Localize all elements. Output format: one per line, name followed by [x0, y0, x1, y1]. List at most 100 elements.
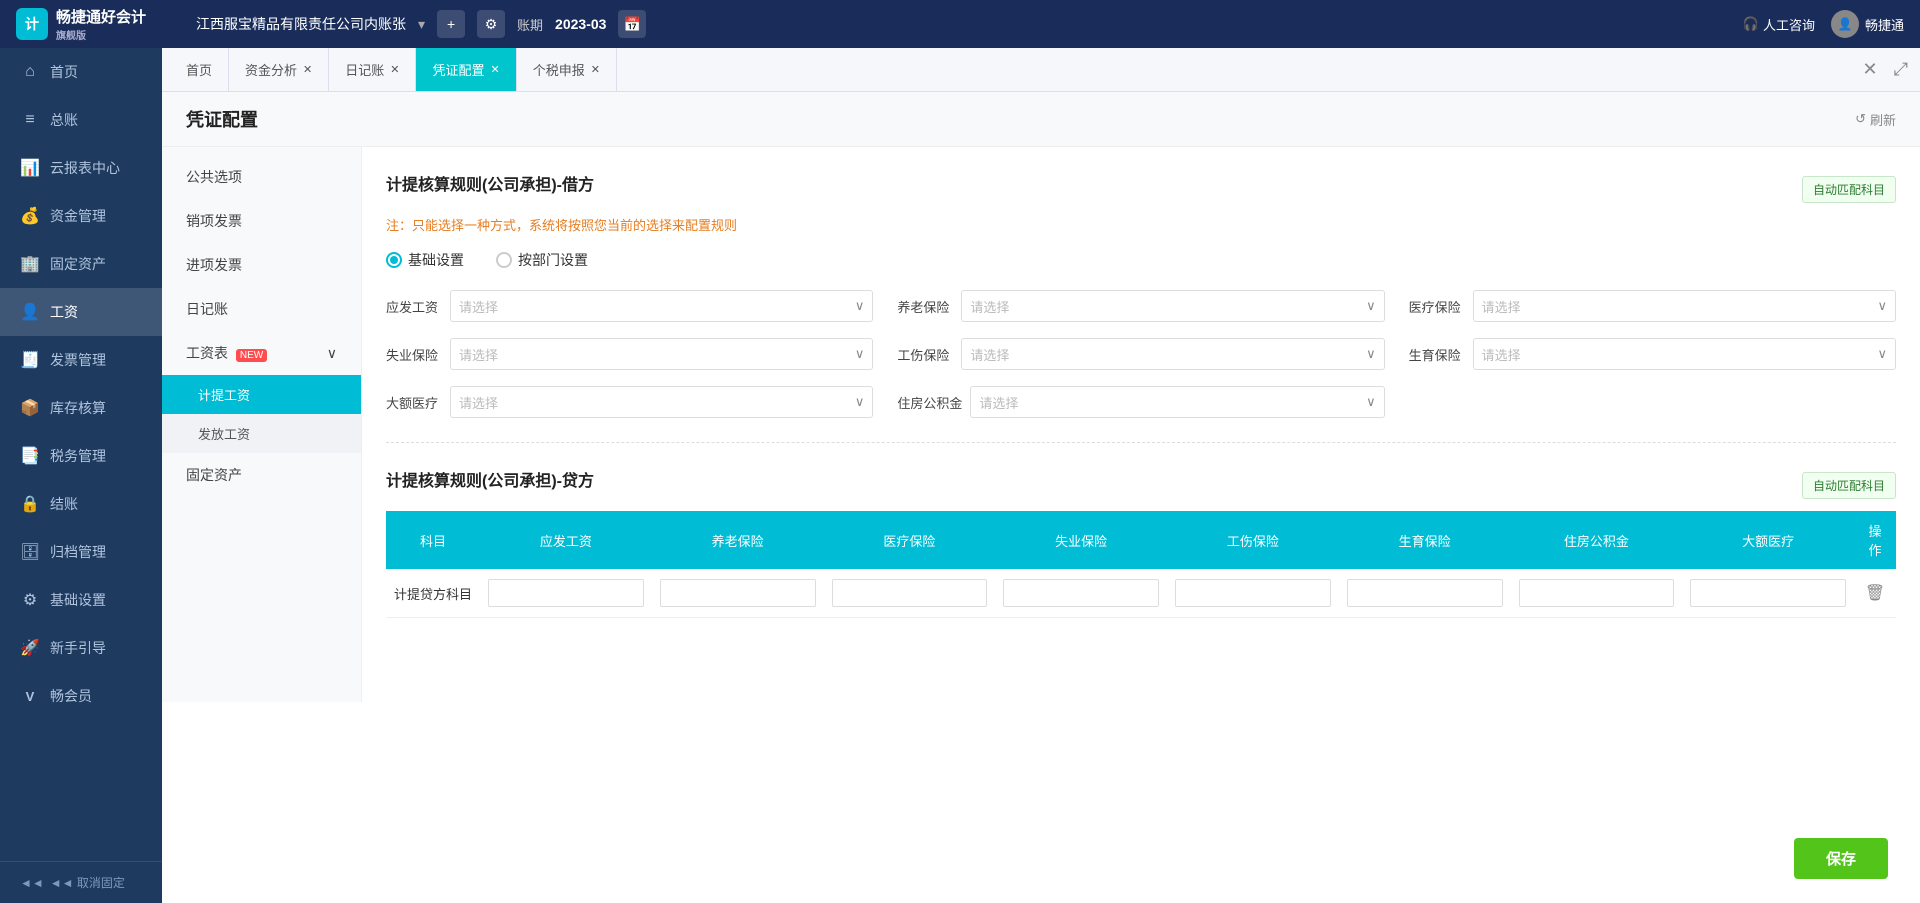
input-daeyliao[interactable]	[1690, 579, 1846, 607]
select-shiye[interactable]: 请选择 ∨	[450, 338, 873, 370]
sidebar-item-close[interactable]: 🔒 结账	[0, 480, 162, 528]
sidebar-item-report[interactable]: 📊 云报表中心	[0, 144, 162, 192]
input-gongshang[interactable]	[1175, 579, 1331, 607]
tab-close-icon[interactable]: ✕	[303, 63, 312, 76]
left-nav-fixed-asset[interactable]: 固定资产	[162, 453, 361, 497]
cell-yanglao	[652, 569, 824, 618]
new-badge: NEW	[236, 349, 267, 362]
settings-icon-button[interactable]: ⚙	[477, 10, 505, 38]
left-nav-accrual[interactable]: 计提工资	[162, 375, 361, 414]
user-area[interactable]: 👤 畅捷通	[1831, 10, 1904, 38]
radio-inner	[390, 256, 398, 264]
guide-icon: 🚀	[20, 638, 40, 658]
cell-gongjijin	[1511, 569, 1683, 618]
input-yiliao[interactable]	[832, 579, 988, 607]
cancel-pin-button[interactable]: ◄◄ ◄◄ 取消固定	[0, 861, 162, 903]
left-nav-salary-group: 工资表 NEW ∨ 计提工资 发放工资	[162, 331, 361, 453]
select-shengyu[interactable]: 请选择 ∨	[1473, 338, 1896, 370]
sidebar-item-tax[interactable]: 📑 税务管理	[0, 432, 162, 480]
sidebar-item-home[interactable]: ⌂ 首页	[0, 48, 162, 96]
field-yanglao: 养老保险 请选择 ∨	[897, 290, 1384, 322]
col-gongjijin: 住房公积金	[1511, 511, 1683, 569]
tab-close-icon[interactable]: ✕	[591, 63, 600, 76]
auto-match-credit-button[interactable]: 自动匹配科目	[1802, 472, 1896, 499]
sidebar-item-label: 发票管理	[50, 350, 106, 370]
select-daeyliao[interactable]: 请选择 ∨	[450, 386, 873, 418]
chevron-down-icon: ∨	[327, 345, 337, 362]
sidebar-item-ledger[interactable]: ≡ 总账	[0, 96, 162, 144]
left-nav-salary-table[interactable]: 工资表 NEW ∨	[162, 331, 361, 375]
cell-gongshang	[1167, 569, 1339, 618]
period-label: 账期	[517, 15, 543, 34]
input-shiye[interactable]	[1003, 579, 1159, 607]
service-button[interactable]: 🎧 人工咨询	[1743, 15, 1815, 34]
select-yingfa[interactable]: 请选择 ∨	[450, 290, 873, 322]
select-gongjijin[interactable]: 请选择 ∨	[970, 386, 1384, 418]
radio-basic[interactable]: 基础设置	[386, 250, 464, 270]
select-placeholder: 请选择	[1482, 297, 1521, 316]
col-yingfa: 应发工资	[480, 511, 652, 569]
field-label: 养老保险	[897, 297, 953, 316]
left-nav-purchase[interactable]: 进项发票	[162, 243, 361, 287]
delete-row-button[interactable]: 🗑	[1865, 583, 1885, 603]
input-shengyu[interactable]	[1347, 579, 1503, 607]
radio-dept[interactable]: 按部门设置	[496, 250, 588, 270]
tab-label: 首页	[186, 60, 212, 79]
archive-icon: 🗄	[20, 542, 40, 562]
tab-voucher-config[interactable]: 凭证配置 ✕	[416, 48, 516, 91]
refresh-button[interactable]: ↺ 刷新	[1855, 110, 1896, 129]
sidebar-item-fund[interactable]: 💰 资金管理	[0, 192, 162, 240]
left-nav-pay-salary[interactable]: 发放工资	[162, 414, 361, 453]
sidebar-item-vip[interactable]: V 畅会员	[0, 672, 162, 720]
close-tab-button[interactable]: ✕	[1859, 55, 1882, 84]
tab-home[interactable]: 首页	[170, 48, 229, 91]
select-placeholder: 请选择	[970, 345, 1009, 364]
save-button[interactable]: 保存	[1794, 838, 1888, 879]
col-yiliao: 医疗保险	[824, 511, 996, 569]
debit-section-title: 计提核算规则(公司承担)-借方	[386, 171, 594, 195]
add-tab-button[interactable]: +	[437, 10, 465, 38]
tab-journal[interactable]: 日记账 ✕	[329, 48, 416, 91]
sidebar-item-inventory[interactable]: 📦 库存核算	[0, 384, 162, 432]
expand-button[interactable]: ⤢	[1890, 55, 1912, 84]
debit-section-note: 注：只能选择一种方式，系统将按照您当前的选择来配置规则	[386, 215, 1896, 234]
sidebar-item-label: 固定资产	[50, 254, 106, 274]
tab-label: 凭证配置	[432, 60, 484, 79]
left-nav-journal[interactable]: 日记账	[162, 287, 361, 331]
close-period-icon: 🔒	[20, 494, 40, 514]
tab-close-icon[interactable]: ✕	[390, 63, 399, 76]
cell-shiye	[995, 569, 1167, 618]
col-daeyliao: 大额医疗	[1682, 511, 1854, 569]
company-dropdown-arrow[interactable]: ▾	[418, 16, 425, 33]
sidebar-item-invoice[interactable]: 🧾 发票管理	[0, 336, 162, 384]
sidebar-item-settings[interactable]: ⚙ 基础设置	[0, 576, 162, 624]
sidebar-item-asset[interactable]: 🏢 固定资产	[0, 240, 162, 288]
sidebar-item-label: 库存核算	[50, 398, 106, 418]
left-nav-public[interactable]: 公共选项	[162, 155, 361, 199]
service-label: 人工咨询	[1763, 15, 1815, 34]
tab-fund-analysis[interactable]: 资金分析 ✕	[229, 48, 329, 91]
select-yanglao[interactable]: 请选择 ∨	[961, 290, 1384, 322]
col-shiye: 失业保险	[995, 511, 1167, 569]
sidebar-item-salary[interactable]: 👤 工资	[0, 288, 162, 336]
sidebar-item-archive[interactable]: 🗄 归档管理	[0, 528, 162, 576]
table-row: 计提贷方科目 🗑	[386, 569, 1896, 618]
tab-close-icon[interactable]: ✕	[491, 63, 500, 76]
left-nav-sales[interactable]: 销项发票	[162, 199, 361, 243]
input-gongjijin[interactable]	[1519, 579, 1675, 607]
debit-section-header: 计提核算规则(公司承担)-借方 自动匹配科目	[386, 171, 1896, 207]
credit-section-header: 计提核算规则(公司承担)-贷方 自动匹配科目	[386, 467, 1896, 503]
field-yingfa: 应发工资 请选择 ∨	[386, 290, 873, 322]
input-yingfa[interactable]	[488, 579, 644, 607]
tab-tax-declaration[interactable]: 个税申报 ✕	[517, 48, 617, 91]
select-yiliao[interactable]: 请选择 ∨	[1473, 290, 1896, 322]
sidebar-item-guide[interactable]: 🚀 新手引导	[0, 624, 162, 672]
section-divider	[386, 442, 1896, 443]
user-name: 畅捷通	[1865, 15, 1904, 34]
auto-match-debit-button[interactable]: 自动匹配科目	[1802, 176, 1896, 203]
radio-group: 基础设置 按部门设置	[386, 250, 1896, 270]
sidebar-item-label: 新手引导	[50, 638, 106, 658]
calendar-icon-button[interactable]: 📅	[618, 10, 646, 38]
select-gongshang[interactable]: 请选择 ∨	[961, 338, 1384, 370]
input-yanglao[interactable]	[660, 579, 816, 607]
